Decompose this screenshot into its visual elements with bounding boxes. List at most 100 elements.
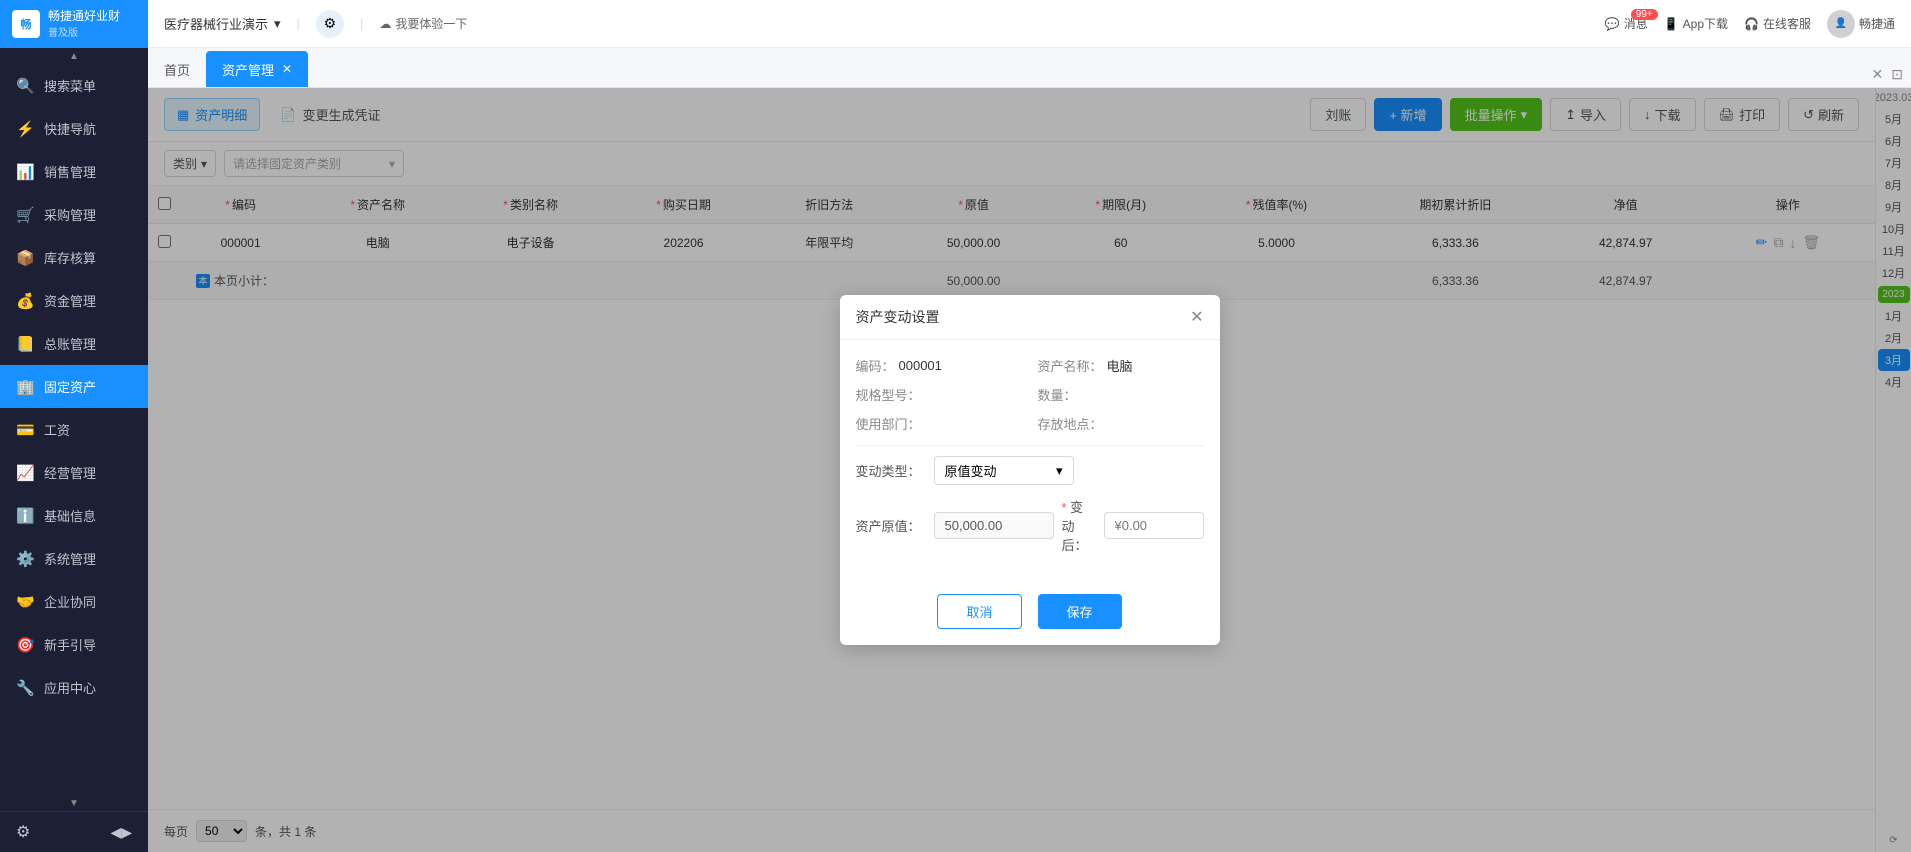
guide-nav-icon: 🎯 [16, 636, 34, 654]
settings-icon[interactable]: ⚙ [16, 822, 30, 842]
sidebar-item-system[interactable]: ⚙️ 系统管理 [0, 537, 148, 580]
sidebar-item-sales[interactable]: 📊 销售管理 [0, 150, 148, 193]
cloud-icon: ☁ [379, 17, 391, 31]
sidebar-item-basic-info[interactable]: ℹ️ 基础信息 [0, 494, 148, 537]
sales-nav-icon: 📊 [16, 163, 34, 181]
logo-edition: 普及版 [48, 24, 120, 39]
sidebar-item-label: 搜索菜单 [44, 76, 96, 95]
system-nav-icon: ⚙️ [16, 550, 34, 568]
sidebar-item-label: 工资 [44, 420, 70, 439]
operations-nav-icon: 📈 [16, 464, 34, 482]
settings-gear-icon[interactable]: ⚙ [316, 10, 344, 38]
sidebar-item-label: 库存核算 [44, 248, 96, 267]
tabbar-controls: ✕ ⊡ [1872, 66, 1911, 87]
tab-close-icon[interactable]: ✕ [282, 62, 292, 76]
sidebar-item-finance[interactable]: 💰 资金管理 [0, 279, 148, 322]
modal-header: 资产变动设置 ✕ [840, 295, 1220, 340]
modal-dept-row: 使用部门： [856, 414, 1022, 433]
sidebar: 畅 畅捷通好业财 普及版 ▲ 🔍 搜索菜单 ⚡ 快捷导航 📊 销售管理 🛒 采购… [0, 0, 148, 852]
sidebar-item-label: 基础信息 [44, 506, 96, 525]
sidebar-item-quick-nav[interactable]: ⚡ 快捷导航 [0, 107, 148, 150]
avatar: 👤 [1827, 10, 1855, 38]
topbar-separator2: | [360, 16, 363, 31]
logo-icon: 畅 [12, 10, 40, 38]
purchase-nav-icon: 🛒 [16, 206, 34, 224]
sidebar-item-operations[interactable]: 📈 经营管理 [0, 451, 148, 494]
sidebar-footer: ⚙ ◀▶ [0, 811, 148, 852]
asset-change-modal: 资产变动设置 ✕ 编码： 000001 资产名称： 电脑 [840, 295, 1220, 645]
finance-nav-icon: 💰 [16, 292, 34, 310]
sidebar-item-label: 应用中心 [44, 678, 96, 697]
modal-quantity-row: 数量： [1038, 385, 1204, 404]
sidebar-scroll-down[interactable]: ▼ [0, 795, 148, 811]
sidebar-item-label: 企业协同 [44, 592, 96, 611]
cancel-button[interactable]: 取消 [937, 594, 1021, 629]
corp-nav-icon: 🤝 [16, 593, 34, 611]
modal-name-row: 资产名称： 电脑 [1038, 356, 1204, 375]
sidebar-logo: 畅 畅捷通好业财 普及版 [0, 0, 148, 48]
logo-title: 畅捷通好业财 [48, 9, 120, 25]
company-chevron-icon: ▾ [274, 16, 281, 32]
online-service-button[interactable]: 🎧 在线客服 [1744, 15, 1811, 32]
original-value-input [934, 512, 1054, 539]
messages-button[interactable]: 💬 消息 99+ [1605, 15, 1648, 32]
required-after-label: * 变动后： [1062, 497, 1096, 554]
modal-body: 编码： 000001 资产名称： 电脑 规格型号： 数量： [840, 340, 1220, 582]
modal-spec-row: 规格型号： [856, 385, 1022, 404]
sidebar-item-inventory[interactable]: 📦 库存核算 [0, 236, 148, 279]
sidebar-item-label: 固定资产 [44, 377, 96, 396]
sidebar-item-guide[interactable]: 🎯 新手引导 [0, 623, 148, 666]
messages-badge: 99+ [1631, 9, 1658, 20]
company-selector[interactable]: 医疗器械行业演示 ▾ [164, 14, 281, 33]
topbar-right: 💬 消息 99+ 📱 App下载 🎧 在线客服 👤 畅捷通 [1605, 10, 1895, 38]
app-download-button[interactable]: 📱 App下载 [1664, 15, 1728, 32]
ledger-nav-icon: 📒 [16, 335, 34, 353]
sidebar-item-label: 资金管理 [44, 291, 96, 310]
sidebar-item-label: 采购管理 [44, 205, 96, 224]
sidebar-item-ledger[interactable]: 📒 总账管理 [0, 322, 148, 365]
modal-change-type-row: 变动类型： 原值变动 ▾ [856, 456, 1204, 485]
modal-info-grid: 编码： 000001 资产名称： 电脑 规格型号： 数量： [856, 356, 1204, 433]
sidebar-item-label: 总账管理 [44, 334, 96, 353]
sidebar-scroll-up[interactable]: ▲ [0, 48, 148, 64]
save-button[interactable]: 保存 [1038, 594, 1122, 629]
sidebar-collapse-icon[interactable]: ◀▶ [110, 824, 132, 841]
tab-asset-management[interactable]: 资产管理 ✕ [206, 51, 308, 87]
quick-nav-nav-icon: ⚡ [16, 120, 34, 138]
sidebar-item-label: 新手引导 [44, 635, 96, 654]
sidebar-item-label: 系统管理 [44, 549, 96, 568]
main-area: 医疗器械行业演示 ▾ | ⚙ | ☁ 我要体验一下 💬 消息 99+ 📱 App… [148, 0, 1911, 852]
modal-value-row: 资产原值： * 变动后： [856, 497, 1204, 554]
tab-close-window-icon[interactable]: ✕ [1872, 66, 1884, 83]
tab-home[interactable]: 首页 [148, 51, 206, 87]
sidebar-item-search[interactable]: 🔍 搜索菜单 [0, 64, 148, 107]
experience-button[interactable]: ☁ 我要体验一下 [379, 15, 467, 32]
topbar: 医疗器械行业演示 ▾ | ⚙ | ☁ 我要体验一下 💬 消息 99+ 📱 App… [148, 0, 1911, 48]
sidebar-item-fixed-assets[interactable]: 🏢 固定资产 [0, 365, 148, 408]
sidebar-item-label: 经营管理 [44, 463, 96, 482]
basic-info-nav-icon: ℹ️ [16, 507, 34, 525]
change-type-select[interactable]: 原值变动 ▾ [934, 456, 1074, 485]
after-change-input[interactable] [1104, 512, 1204, 539]
sidebar-item-payroll[interactable]: 💳 工资 [0, 408, 148, 451]
change-type-chevron-icon: ▾ [1056, 463, 1063, 479]
inventory-nav-icon: 📦 [16, 249, 34, 267]
tab-expand-icon[interactable]: ⊡ [1891, 66, 1903, 83]
sidebar-item-app-center[interactable]: 🔧 应用中心 [0, 666, 148, 709]
sidebar-item-label: 销售管理 [44, 162, 96, 181]
topbar-separator: | [297, 16, 300, 31]
user-profile-button[interactable]: 👤 畅捷通 [1827, 10, 1895, 38]
fixed-assets-nav-icon: 🏢 [16, 378, 34, 396]
app-center-nav-icon: 🔧 [16, 679, 34, 697]
sidebar-item-label: 快捷导航 [44, 119, 96, 138]
modal-overlay: 资产变动设置 ✕ 编码： 000001 资产名称： 电脑 [148, 88, 1911, 852]
sidebar-item-purchase[interactable]: 🛒 采购管理 [0, 193, 148, 236]
modal-close-button[interactable]: ✕ [1190, 307, 1203, 327]
search-nav-icon: 🔍 [16, 77, 34, 95]
sidebar-item-corp[interactable]: 🤝 企业协同 [0, 580, 148, 623]
phone-icon: 📱 [1664, 17, 1679, 31]
modal-divider [856, 445, 1204, 446]
modal-location-row: 存放地点： [1038, 414, 1204, 433]
sidebar-nav: 🔍 搜索菜单 ⚡ 快捷导航 📊 销售管理 🛒 采购管理 📦 库存核算 💰 资金管… [0, 64, 148, 795]
modal-code-row: 编码： 000001 [856, 356, 1022, 375]
